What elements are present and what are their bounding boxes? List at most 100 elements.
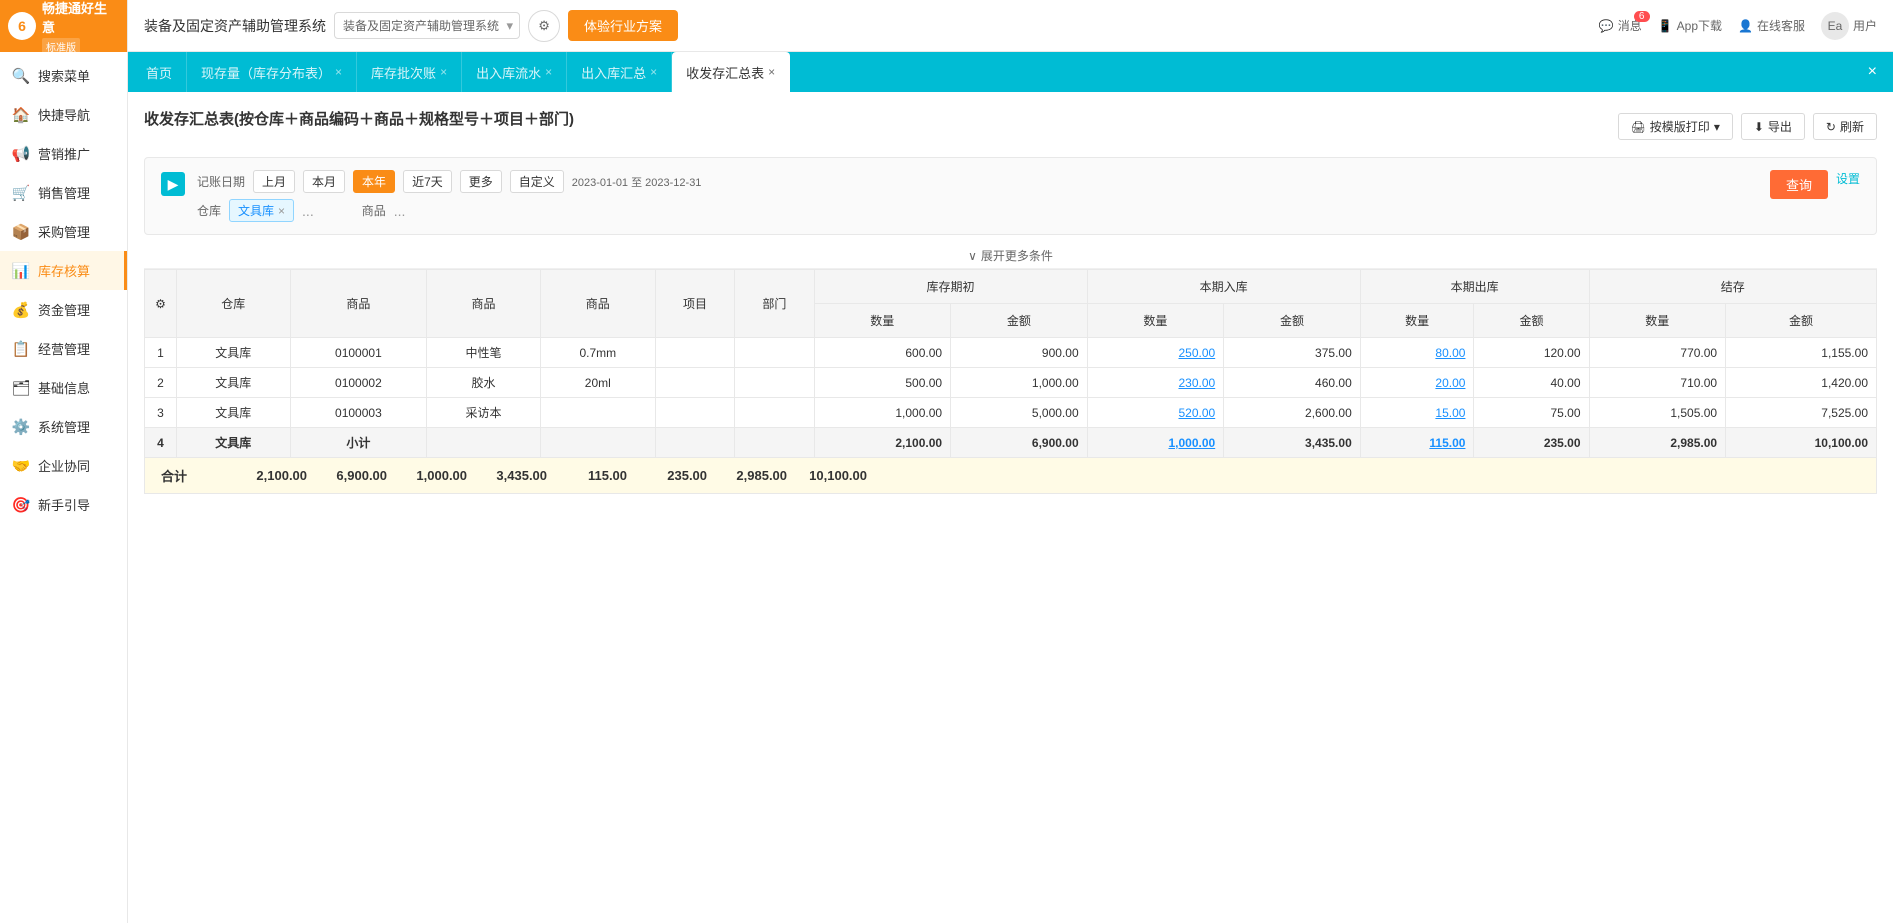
system-title-dropdown[interactable]: 装备及固定资产辅助管理系统 ▾ xyxy=(334,12,520,39)
goods-ellipsis[interactable]: ... xyxy=(394,203,406,219)
warehouse-ellipsis[interactable]: ... xyxy=(302,203,314,219)
sidebar-item-purchase[interactable]: 📦采购管理 xyxy=(0,212,127,251)
sidebar-item-enterprise[interactable]: 🤝企业协同 xyxy=(0,446,127,485)
avatar: Ea xyxy=(1821,12,1849,40)
mobile-icon: 📱 xyxy=(1658,19,1673,33)
th-settings[interactable]: ⚙ xyxy=(145,270,177,338)
warehouse-tag[interactable]: 文具库 × xyxy=(229,199,294,222)
th-opening-amt: 金额 xyxy=(951,304,1088,338)
warehouse-tag-close[interactable]: × xyxy=(278,204,285,218)
subtotal-no: 4 xyxy=(145,428,177,458)
logo-icon: 6 xyxy=(8,12,36,40)
table-row: 1 文具库 0100001 中性笔 0.7mm 600.00 900.00 25… xyxy=(145,338,1877,368)
th-balance-qty: 数量 xyxy=(1589,304,1726,338)
subtotal-out-amt: 235.00 xyxy=(1474,428,1589,458)
subtotal-balance-qty: 2,985.00 xyxy=(1589,428,1726,458)
tab-close-1[interactable]: × xyxy=(335,65,342,79)
online-service-action[interactable]: 👤 在线客服 xyxy=(1738,17,1805,34)
sidebar-label-quick-nav: 快捷导航 xyxy=(38,105,90,124)
trial-button[interactable]: 体验行业方案 xyxy=(568,10,678,41)
export-button[interactable]: ⬇ 导出 xyxy=(1741,113,1805,140)
sidebar-item-basic[interactable]: 🗂基础信息 xyxy=(0,368,127,407)
tab-close-3[interactable]: × xyxy=(545,65,552,79)
sidebar-icon-search: 🔍 xyxy=(12,67,30,85)
th-in-qty: 数量 xyxy=(1087,304,1224,338)
user-action[interactable]: Ea 用户 xyxy=(1821,12,1877,40)
date-btn-7days[interactable]: 近7天 xyxy=(403,170,452,193)
sidebar-label-marketing: 营销推广 xyxy=(38,144,90,163)
sidebar-label-purchase: 采购管理 xyxy=(38,222,90,241)
tab-bar-close[interactable]: × xyxy=(1856,63,1889,81)
date-btn-this-month[interactable]: 本月 xyxy=(303,170,345,193)
sidebar-icon-quick-nav: 🏠 xyxy=(12,106,30,124)
sidebar-label-finance: 资金管理 xyxy=(38,300,90,319)
chevron-down-icon: ▾ xyxy=(1714,120,1720,134)
tab-3[interactable]: 出入库流水× xyxy=(462,52,567,92)
filter-settings-link[interactable]: 设置 xyxy=(1836,170,1860,187)
sidebar-item-search[interactable]: 🔍搜索菜单 xyxy=(0,56,127,95)
sidebar-label-guide: 新手引导 xyxy=(38,495,90,514)
tab-2[interactable]: 库存批次账× xyxy=(357,52,462,92)
sidebar-item-sales[interactable]: 🛒销售管理 xyxy=(0,173,127,212)
settings-icon-btn[interactable]: ⚙ xyxy=(528,10,560,42)
date-filter-row: 记账日期 上月 本月 本年 近7天 更多 自定义 2023-01-01 至 20… xyxy=(197,170,701,193)
subtotal-balance-amt: 10,100.00 xyxy=(1726,428,1877,458)
sidebar-logo: 6 畅捷通好生意 标准版 xyxy=(0,0,127,52)
query-button[interactable]: 查询 xyxy=(1770,170,1828,199)
tab-close-5[interactable]: × xyxy=(768,65,775,79)
th-goods-code: 商品 xyxy=(290,270,427,338)
total-balance-amt: 10,100.00 xyxy=(787,468,867,483)
header-right: 💬 消息 6 📱 App下载 👤 在线客服 Ea 用户 xyxy=(1599,12,1877,40)
main-content: 装备及固定资产辅助管理系统 装备及固定资产辅助管理系统 ▾ ⚙ 体验行业方案 💬… xyxy=(128,0,1893,923)
system-title: 装备及固定资产辅助管理系统 xyxy=(144,16,326,36)
subtotal-opening-qty: 2,100.00 xyxy=(814,428,951,458)
total-in-amt: 3,435.00 xyxy=(467,468,547,483)
subtotal-in-qty[interactable]: 1,000.00 xyxy=(1087,428,1224,458)
tab-bar: 首页现存量（库存分布表）×库存批次账×出入库流水×出入库汇总×收发存汇总表×× xyxy=(128,52,1893,92)
top-header: 装备及固定资产辅助管理系统 装备及固定资产辅助管理系统 ▾ ⚙ 体验行业方案 💬… xyxy=(128,0,1893,52)
tab-label-1: 现存量（库存分布表） xyxy=(201,63,331,82)
th-dept: 部门 xyxy=(735,270,814,338)
date-btn-this-year[interactable]: 本年 xyxy=(353,170,395,193)
expand-conditions-row: ∨ 展开更多条件 xyxy=(144,243,1877,269)
warehouse-filter-label: 仓库 xyxy=(197,202,221,219)
sidebar-item-system[interactable]: ⚙️系统管理 xyxy=(0,407,127,446)
tab-1[interactable]: 现存量（库存分布表） × xyxy=(187,52,357,92)
sidebar-item-finance[interactable]: 💰资金管理 xyxy=(0,290,127,329)
logo-text: 畅捷通好生意 标准版 xyxy=(42,0,119,55)
th-goods-spec: 商品 xyxy=(540,270,655,338)
tab-label-5: 收发存汇总表 xyxy=(686,63,764,82)
expand-conditions-btn[interactable]: ∨ 展开更多条件 xyxy=(968,247,1053,264)
th-balance-amt: 金额 xyxy=(1726,304,1877,338)
filter-group: 记账日期 上月 本月 本年 近7天 更多 自定义 2023-01-01 至 20… xyxy=(197,170,701,222)
filter-toggle-button[interactable]: ▶ xyxy=(161,172,185,196)
message-action[interactable]: 💬 消息 6 xyxy=(1599,17,1642,34)
date-btn-last-month[interactable]: 上月 xyxy=(253,170,295,193)
sidebar-label-system: 系统管理 xyxy=(38,417,90,436)
tab-4[interactable]: 出入库汇总× xyxy=(567,52,672,92)
sidebar-nav: 🔍搜索菜单 🏠 快捷导航 📢营销推广🛒销售管理📦采购管理📊库存核算💰资金管理📋经营管理… xyxy=(0,52,127,923)
sidebar-label-inventory: 库存核算 xyxy=(38,261,90,280)
total-label: 合计 xyxy=(161,466,187,485)
message-badge: 6 xyxy=(1634,11,1650,22)
sidebar-item-operations[interactable]: 📋经营管理 xyxy=(0,329,127,368)
subtotal-warehouse: 文具库 xyxy=(177,428,291,458)
date-btn-custom[interactable]: 自定义 xyxy=(510,170,564,193)
tab-0[interactable]: 首页 xyxy=(132,52,187,92)
date-btn-more[interactable]: 更多 xyxy=(460,170,502,193)
th-out-qty: 数量 xyxy=(1360,304,1474,338)
sidebar-item-guide[interactable]: 🎯新手引导 xyxy=(0,485,127,524)
app-download-action[interactable]: 📱 App下载 xyxy=(1658,17,1722,34)
sidebar-item-inventory[interactable]: 📊库存核算 xyxy=(0,251,127,290)
print-button[interactable]: 🖨 按模版打印 ▾ xyxy=(1618,113,1733,140)
subtotal-out-qty[interactable]: 115.00 xyxy=(1360,428,1474,458)
content-area: 收发存汇总表(按仓库＋商品编码＋商品＋规格型号＋项目＋部门) 🖨 按模版打印 ▾… xyxy=(128,92,1893,923)
sidebar-item-marketing[interactable]: 📢营销推广 xyxy=(0,134,127,173)
sidebar-item-quick-nav[interactable]: 🏠 快捷导航 xyxy=(0,95,127,134)
tab-close-2[interactable]: × xyxy=(440,65,447,79)
refresh-button[interactable]: ↻ 刷新 xyxy=(1813,113,1877,140)
sidebar-icon-operations: 📋 xyxy=(12,340,30,358)
tab-close-4[interactable]: × xyxy=(650,65,657,79)
tab-5[interactable]: 收发存汇总表 × xyxy=(672,52,790,92)
th-out-group: 本期出库 xyxy=(1360,270,1589,304)
